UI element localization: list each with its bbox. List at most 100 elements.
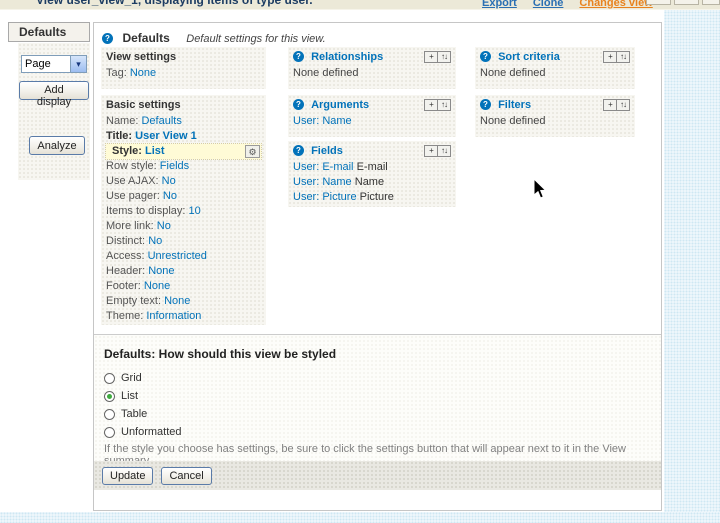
style-option-list[interactable]: List bbox=[104, 387, 182, 405]
rearrange-relationships-button[interactable]: ↑↓ bbox=[437, 51, 451, 63]
page-background-bottom bbox=[0, 512, 720, 523]
add-relationship-button[interactable]: + bbox=[424, 51, 438, 63]
setting-value-link[interactable]: No bbox=[157, 220, 171, 232]
rearrange-filters-button[interactable]: ↑↓ bbox=[616, 99, 630, 111]
rearrange-fields-button[interactable]: ↑↓ bbox=[437, 145, 451, 157]
style-option-unformatted[interactable]: Unformatted bbox=[104, 423, 182, 441]
item-suffix: Picture bbox=[357, 191, 394, 203]
setting-label: Header: bbox=[106, 265, 148, 277]
add-sort-button[interactable]: + bbox=[603, 51, 617, 63]
item-link[interactable]: User: E-mail bbox=[293, 161, 354, 173]
setting-row: Title: User View 1 bbox=[106, 129, 261, 144]
setting-value-link[interactable]: User View 1 bbox=[135, 130, 197, 142]
update-button[interactable]: Update bbox=[102, 467, 153, 485]
setting-value-link[interactable]: Unrestricted bbox=[148, 250, 207, 262]
setting-row: Empty text: None bbox=[106, 294, 261, 309]
add-argument-button[interactable]: + bbox=[424, 99, 438, 111]
setting-value-link[interactable]: None bbox=[130, 67, 156, 79]
setting-value-link[interactable]: No bbox=[163, 190, 177, 202]
item-link[interactable]: User: Name bbox=[293, 176, 352, 188]
setting-value-link[interactable]: None bbox=[164, 295, 190, 307]
rearrange-arguments-button[interactable]: ↑↓ bbox=[437, 99, 451, 111]
fields-title: Fields bbox=[311, 145, 343, 157]
setting-label: Theme: bbox=[106, 310, 146, 322]
view-title: View user_view_1, displaying items of ty… bbox=[36, 0, 313, 7]
style-option-grid[interactable]: Grid bbox=[104, 369, 182, 387]
setting-label: Name: bbox=[106, 115, 141, 127]
sort-criteria-box: ? Sort criteria + ↑↓ None defined bbox=[475, 47, 635, 89]
setting-value-link[interactable]: No bbox=[162, 175, 176, 187]
help-icon[interactable]: ? bbox=[293, 99, 304, 110]
radio-unselected-icon[interactable] bbox=[104, 409, 115, 420]
radio-selected-icon[interactable] bbox=[104, 391, 115, 402]
filters-title: Filters bbox=[498, 99, 531, 111]
help-icon[interactable]: ? bbox=[102, 33, 113, 44]
setting-row: More link: No bbox=[106, 219, 261, 234]
setting-row: Header: None bbox=[106, 264, 261, 279]
style-settings-form: Defaults: How should this view be styled… bbox=[94, 334, 661, 489]
fields-items: User: E-mail E-mailUser: Name NameUser: … bbox=[293, 160, 451, 205]
page-title: Defaults bbox=[122, 31, 169, 45]
setting-row: Theme: Information bbox=[106, 309, 261, 324]
view-settings-rows: Tag: None bbox=[106, 66, 261, 81]
relationships-title: Relationships bbox=[311, 51, 383, 63]
relationships-box: ? Relationships + ↑↓ None defined bbox=[288, 47, 456, 89]
editor-header: ? Defaults Default settings for this vie… bbox=[102, 29, 326, 47]
item-row: User: Name Name bbox=[293, 175, 451, 190]
setting-label: Title: bbox=[106, 130, 135, 142]
item-link[interactable]: User: Name bbox=[293, 115, 352, 127]
setting-value-link[interactable]: Fields bbox=[160, 160, 189, 172]
basic-settings-rows: Name: DefaultsTitle: User View 1Style: L… bbox=[106, 114, 261, 324]
tab-defaults[interactable]: Defaults bbox=[8, 22, 90, 42]
item-link[interactable]: User: Picture bbox=[293, 191, 357, 203]
setting-value-link[interactable]: No bbox=[148, 235, 162, 247]
rearrange-sorts-button[interactable]: ↑↓ bbox=[616, 51, 630, 63]
topbar-link-export[interactable]: Export bbox=[482, 0, 517, 9]
setting-value-link[interactable]: 10 bbox=[189, 205, 201, 217]
topbar-links: Export Clone Changes view bbox=[482, 0, 669, 10]
add-display-button[interactable]: Add display bbox=[19, 81, 89, 100]
item-suffix: Name bbox=[352, 176, 384, 188]
setting-label: Empty text: bbox=[106, 295, 164, 307]
setting-row: Style: List⚙ bbox=[106, 144, 261, 159]
display-type-select[interactable]: Page ▾ bbox=[21, 55, 87, 73]
analyze-button[interactable]: Analyze bbox=[29, 136, 85, 155]
radio-label: Table bbox=[121, 408, 147, 420]
help-icon[interactable]: ? bbox=[480, 51, 491, 62]
style-options: Grid List Table Unformatted bbox=[104, 369, 182, 441]
basic-settings-title: Basic settings bbox=[106, 99, 181, 111]
style-settings-gear-icon[interactable]: ⚙ bbox=[245, 145, 260, 158]
setting-value-link[interactable]: None bbox=[148, 265, 174, 277]
basic-settings-box: Basic settings Name: Defaults Title: User… bbox=[101, 95, 266, 325]
setting-row: Use pager: No bbox=[106, 189, 261, 204]
setting-label: More link: bbox=[106, 220, 157, 232]
setting-row: Access: Unrestricted bbox=[106, 249, 261, 264]
setting-value-link[interactable]: List bbox=[145, 145, 165, 157]
add-field-button[interactable]: + bbox=[424, 145, 438, 157]
radio-label: List bbox=[121, 390, 138, 402]
setting-label: Access: bbox=[106, 250, 148, 262]
setting-row: Distinct: No bbox=[106, 234, 261, 249]
browser-chrome-tab bbox=[702, 0, 720, 5]
item-row: User: Picture Picture bbox=[293, 190, 451, 205]
setting-label: Items to display: bbox=[106, 205, 189, 217]
help-icon[interactable]: ? bbox=[293, 145, 304, 156]
topbar-link-clone[interactable]: Clone bbox=[533, 0, 564, 9]
chevron-down-icon[interactable]: ▾ bbox=[70, 56, 86, 72]
help-icon[interactable]: ? bbox=[293, 51, 304, 62]
setting-row: Footer: None bbox=[106, 279, 261, 294]
setting-row: Row style: Fields bbox=[106, 159, 261, 174]
radio-unselected-icon[interactable] bbox=[104, 373, 115, 384]
filters-empty: None defined bbox=[480, 114, 630, 129]
topbar-link-changes-view[interactable]: Changes view bbox=[579, 0, 652, 9]
style-option-table[interactable]: Table bbox=[104, 405, 182, 423]
cancel-button[interactable]: Cancel bbox=[161, 467, 211, 485]
add-filter-button[interactable]: + bbox=[603, 99, 617, 111]
setting-label: Use pager: bbox=[106, 190, 163, 202]
setting-value-link[interactable]: Information bbox=[146, 310, 201, 322]
radio-unselected-icon[interactable] bbox=[104, 427, 115, 438]
setting-value-link[interactable]: None bbox=[144, 280, 170, 292]
display-controls-panel: Page ▾ Add display Analyze bbox=[18, 43, 90, 180]
setting-value-link[interactable]: Defaults bbox=[141, 115, 181, 127]
help-icon[interactable]: ? bbox=[480, 99, 491, 110]
